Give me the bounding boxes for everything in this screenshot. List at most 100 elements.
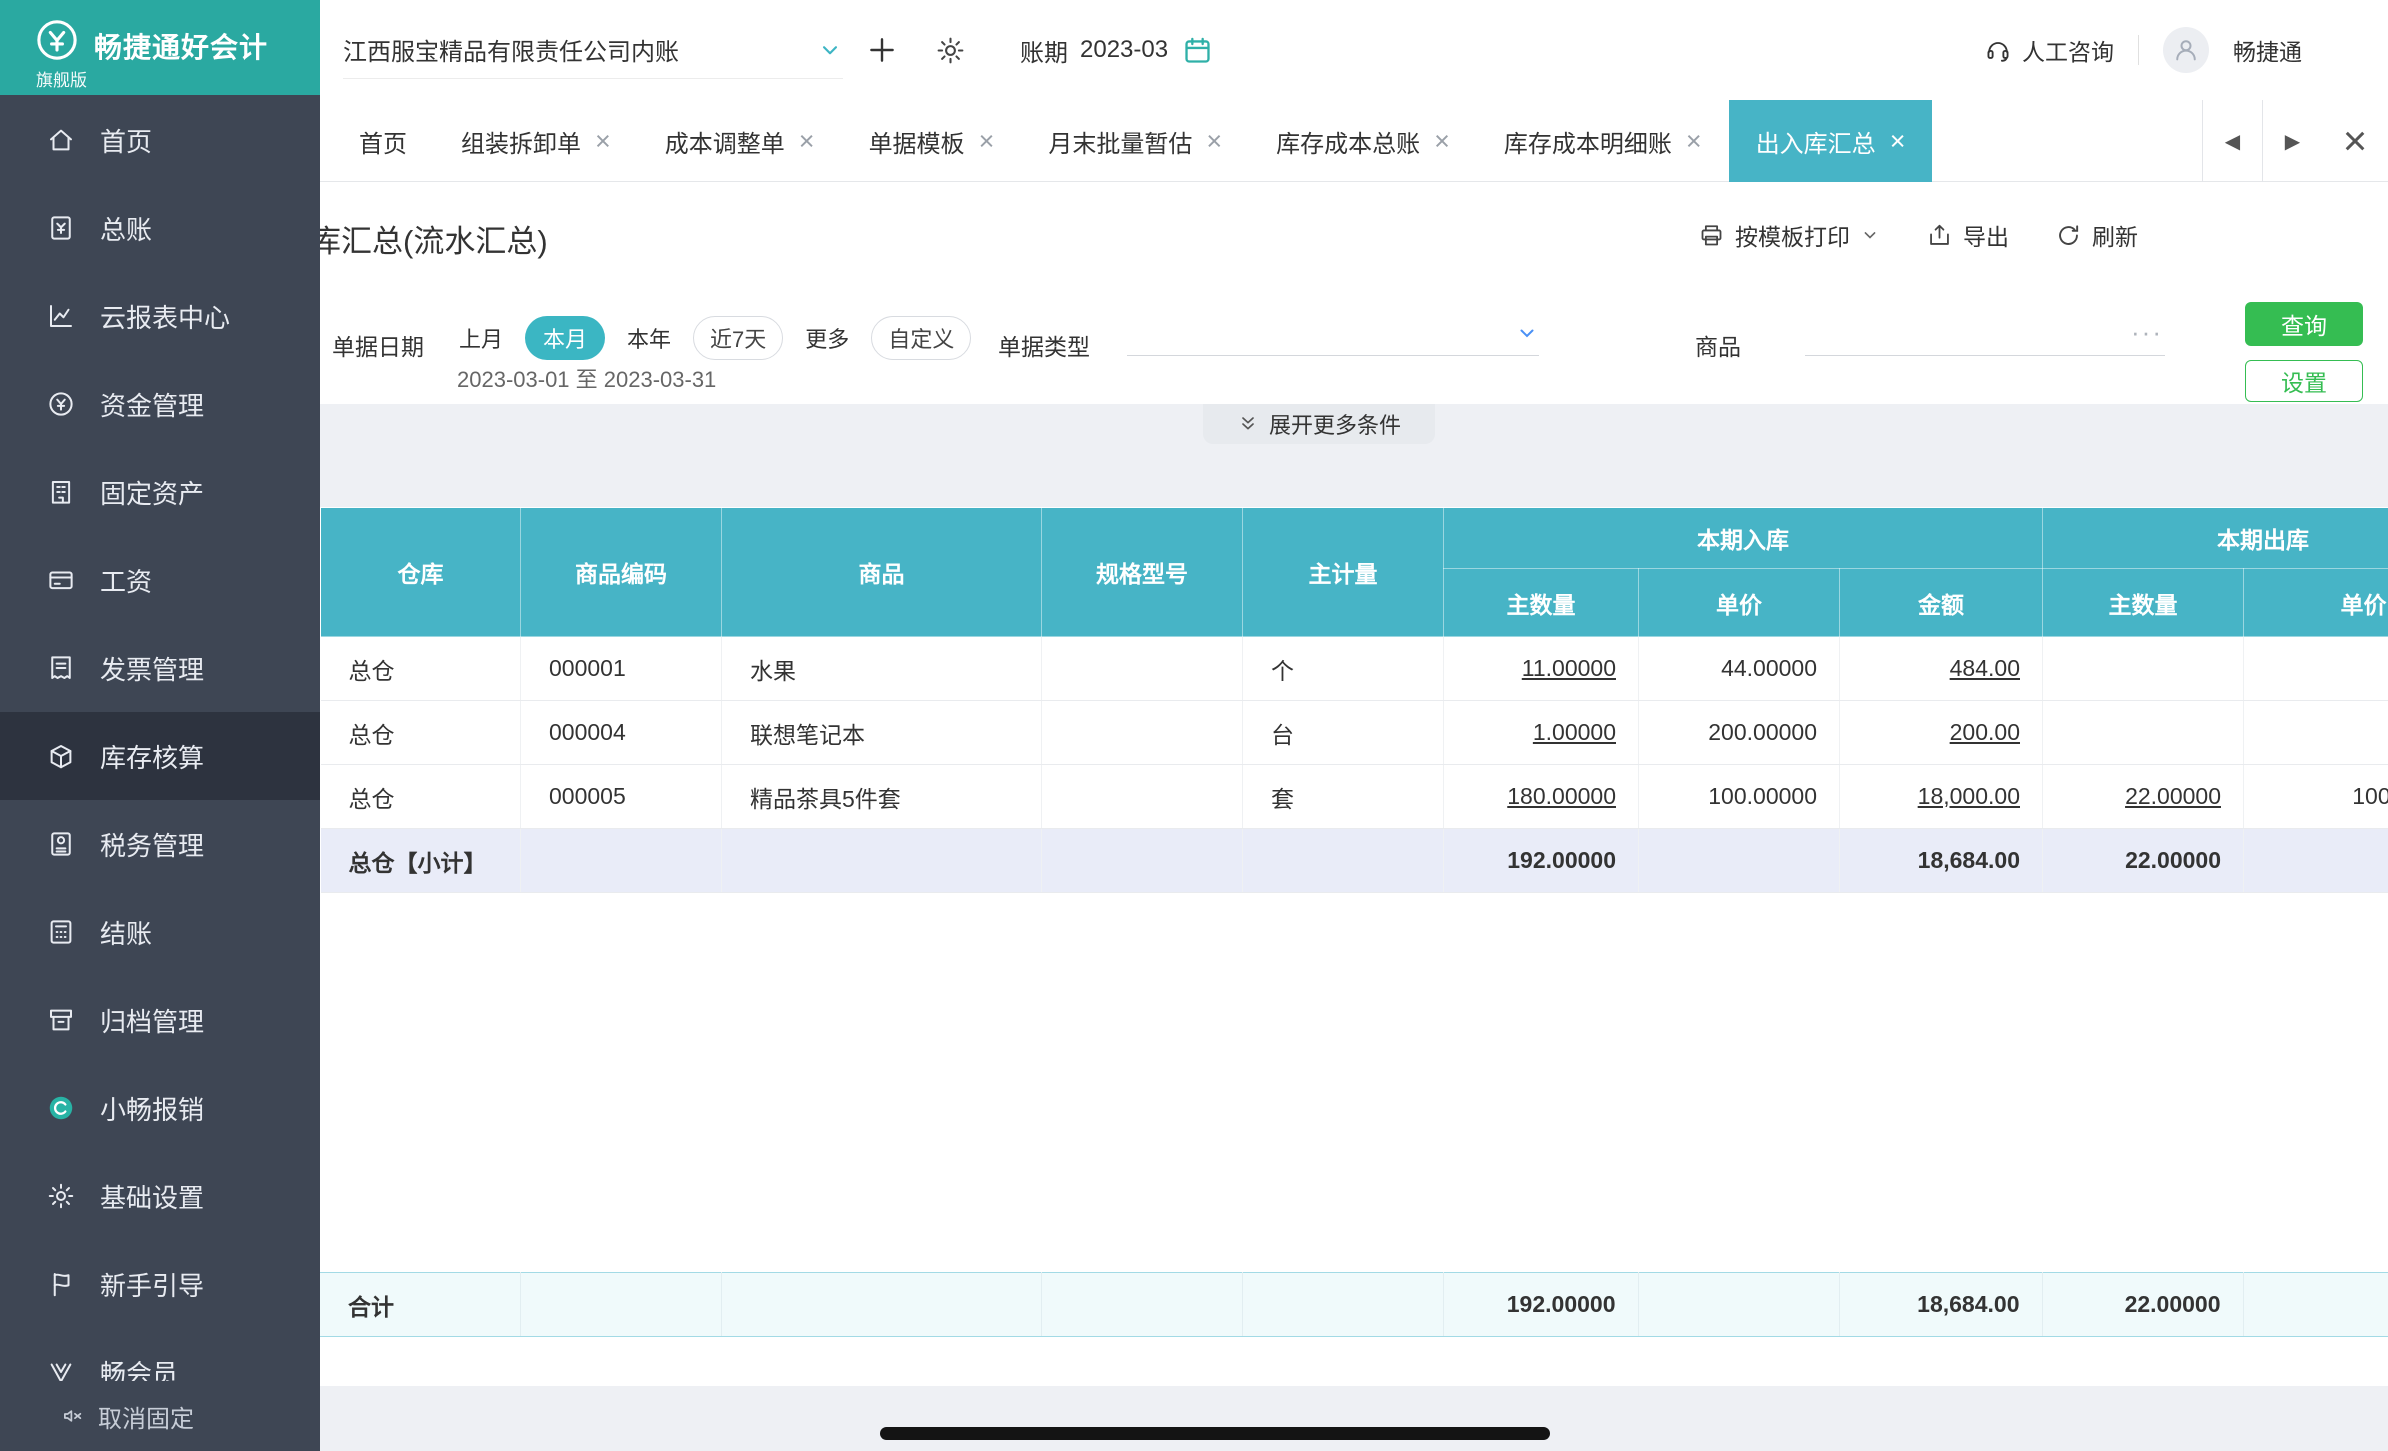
- expand-more-filters[interactable]: 展开更多条件: [1203, 404, 1435, 444]
- tab-home[interactable]: 首页: [332, 100, 434, 182]
- grid-cell: [1041, 1272, 1243, 1337]
- sidebar-item-label: 库存核算: [100, 742, 205, 773]
- grid-cell: [2042, 700, 2244, 765]
- grid-cell: 18,684.00: [1839, 828, 2043, 893]
- grid-subcol-header: 主数量: [2042, 568, 2244, 637]
- unpin-sidebar-button[interactable]: 取消固定: [0, 1381, 320, 1451]
- grid-cell: [1041, 828, 1243, 893]
- sidebar-item-settings[interactable]: 基础设置: [0, 1152, 320, 1240]
- tab-cost-adjustment[interactable]: 成本调整单 ×: [638, 100, 842, 182]
- user-name[interactable]: 畅捷通: [2233, 33, 2302, 67]
- product-input[interactable]: ···: [1805, 310, 2165, 356]
- tab-doc-template[interactable]: 单据模板 ×: [842, 100, 1022, 182]
- grid-cell: 100.00000: [1638, 764, 1840, 829]
- tab-month-end-estimate[interactable]: 月末批量暂估 ×: [1021, 100, 1249, 182]
- grid-subcol-header: 金额: [1839, 568, 2043, 637]
- support-button[interactable]: 人工咨询: [1984, 33, 2114, 67]
- tab-inventory-cost-ledger[interactable]: 库存成本总账 ×: [1249, 100, 1477, 182]
- company-selector[interactable]: 江西服宝精品有限责任公司内账: [343, 0, 843, 100]
- sidebar-item-general-ledger[interactable]: 总账: [0, 184, 320, 272]
- grid-cell: 个: [1242, 636, 1444, 701]
- date-quick-filters: 上月 本月 本年 近7天 更多 自定义: [455, 316, 972, 360]
- date-option-this-month[interactable]: 本月: [525, 316, 606, 360]
- sidebar-item-inventory[interactable]: 库存核算: [0, 712, 320, 800]
- doc-type-select[interactable]: [1127, 310, 1539, 356]
- calendar-icon[interactable]: [1182, 0, 1213, 100]
- double-chevron-down-icon: [1242, 417, 1254, 430]
- grid-cell: 总仓: [320, 636, 521, 701]
- table-row: 总仓 000004 联想笔记本 台 1.00000 200.00000 200.00: [320, 700, 2388, 765]
- date-option-custom[interactable]: 自定义: [871, 316, 972, 360]
- grid-cell: 192.00000: [1443, 1272, 1639, 1337]
- settings-gear-button[interactable]: [935, 0, 966, 100]
- tab-assembly-order[interactable]: 组装拆卸单 ×: [434, 100, 638, 182]
- query-button[interactable]: 查询: [2245, 302, 2363, 346]
- sidebar-item-reimburse[interactable]: 小畅报销: [0, 1064, 320, 1152]
- add-button[interactable]: [865, 0, 899, 100]
- filter-settings-button[interactable]: 设置: [2245, 360, 2363, 402]
- tab-inventory-cost-detail[interactable]: 库存成本明细账 ×: [1477, 100, 1729, 182]
- tab-close-icon[interactable]: ×: [595, 127, 611, 155]
- tab-close-icon[interactable]: ×: [799, 127, 815, 155]
- sidebar-item-guide[interactable]: 新手引导: [0, 1240, 320, 1328]
- tabs-scroll-right-button[interactable]: ▶: [2262, 100, 2322, 182]
- tab-bar: 首页 组装拆卸单 × 成本调整单 × 单据模板 × 月末批量暂估 × 库存成本总账 × 库存成本明细账…: [320, 100, 2388, 182]
- grid-cell: 180.00000: [1443, 764, 1639, 829]
- chevron-down-icon: [1520, 329, 1534, 337]
- tab-label: 首页: [359, 130, 407, 158]
- tab-in-out-summary[interactable]: 出入库汇总 ×: [1728, 100, 1933, 182]
- tab-close-icon[interactable]: ×: [1434, 127, 1450, 155]
- sidebar-item-tax[interactable]: 税务管理: [0, 800, 320, 888]
- drill-link[interactable]: 484.00: [1950, 655, 2020, 681]
- tab-label: 出入库汇总: [1755, 130, 1876, 158]
- more-icon[interactable]: ···: [2131, 317, 2165, 348]
- drill-link[interactable]: 11.00000: [1522, 655, 1616, 681]
- page-actions: 按模板打印 导出 刷新: [1698, 218, 2138, 252]
- tab-close-icon[interactable]: ×: [1890, 127, 1906, 155]
- drill-link[interactable]: 200.00: [1950, 719, 2020, 745]
- grid-cell: 000005: [520, 764, 722, 829]
- tab-close-icon[interactable]: ×: [1686, 127, 1702, 155]
- print-by-template-button[interactable]: 按模板打印: [1698, 218, 1880, 252]
- grid-subcol-header: 单价: [2243, 568, 2388, 637]
- funds-icon: [49, 392, 73, 416]
- grid-col-header: 规格型号: [1041, 507, 1243, 637]
- date-option-last-7-days[interactable]: 近7天: [693, 316, 784, 360]
- grid-cell: 44.00000: [1638, 636, 1840, 701]
- tab-close-icon[interactable]: ×: [979, 127, 995, 155]
- tabs-scroll-left-button[interactable]: ◀: [2202, 100, 2262, 182]
- date-option-this-year[interactable]: 本年: [623, 316, 675, 360]
- table-row: 总仓 000001 水果 个 11.00000 44.00000 484.00: [320, 636, 2388, 701]
- sidebar-item-cloud-reports[interactable]: 云报表中心: [0, 272, 320, 360]
- drill-link[interactable]: 22.00000: [2125, 783, 2221, 809]
- sidebar-item-closing[interactable]: 结账: [0, 888, 320, 976]
- sidebar-item-fixed-assets[interactable]: 固定资产: [0, 448, 320, 536]
- close-tab-button[interactable]: ×: [2322, 100, 2388, 182]
- tab-list: 首页 组装拆卸单 × 成本调整单 × 单据模板 × 月末批量暂估 × 库存成本总账 × 库存成本明细账…: [332, 100, 1933, 182]
- sidebar-item-archive[interactable]: 归档管理: [0, 976, 320, 1064]
- drill-link[interactable]: 1.00000: [1533, 719, 1616, 745]
- sidebar-item-home[interactable]: 首页: [0, 96, 320, 184]
- date-option-last-month[interactable]: 上月: [455, 316, 507, 360]
- period-value[interactable]: 2023-03: [1080, 0, 1168, 100]
- sidebar-item-invoices[interactable]: 发票管理: [0, 624, 320, 712]
- sidebar-item-funds[interactable]: 资金管理: [0, 360, 320, 448]
- drill-link[interactable]: 18,000.00: [1918, 783, 2020, 809]
- date-option-more[interactable]: 更多: [801, 316, 853, 360]
- app-logo: 畅捷通好会计 旗舰版: [0, 0, 320, 95]
- drill-link[interactable]: 180.00000: [1507, 783, 1616, 809]
- avatar[interactable]: [2163, 27, 2209, 73]
- tab-close-icon[interactable]: ×: [1206, 127, 1222, 155]
- export-button[interactable]: 导出: [1926, 218, 2009, 252]
- home-icon: [50, 129, 72, 151]
- refresh-label: 刷新: [2092, 224, 2138, 250]
- horizontal-scrollbar[interactable]: [880, 1427, 1550, 1440]
- grid-cell: 总仓: [320, 764, 521, 829]
- printer-icon: [1701, 224, 1722, 245]
- sidebar-item-label: 首页: [100, 126, 153, 157]
- grid-cell: 484.00: [1839, 636, 2043, 701]
- refresh-button[interactable]: 刷新: [2055, 218, 2138, 252]
- grid-cell: [1041, 636, 1243, 701]
- summary-total-row: 合计 192.00000 18,684.00 22.00000: [320, 1272, 2388, 1337]
- sidebar-item-salary[interactable]: 工资: [0, 536, 320, 624]
